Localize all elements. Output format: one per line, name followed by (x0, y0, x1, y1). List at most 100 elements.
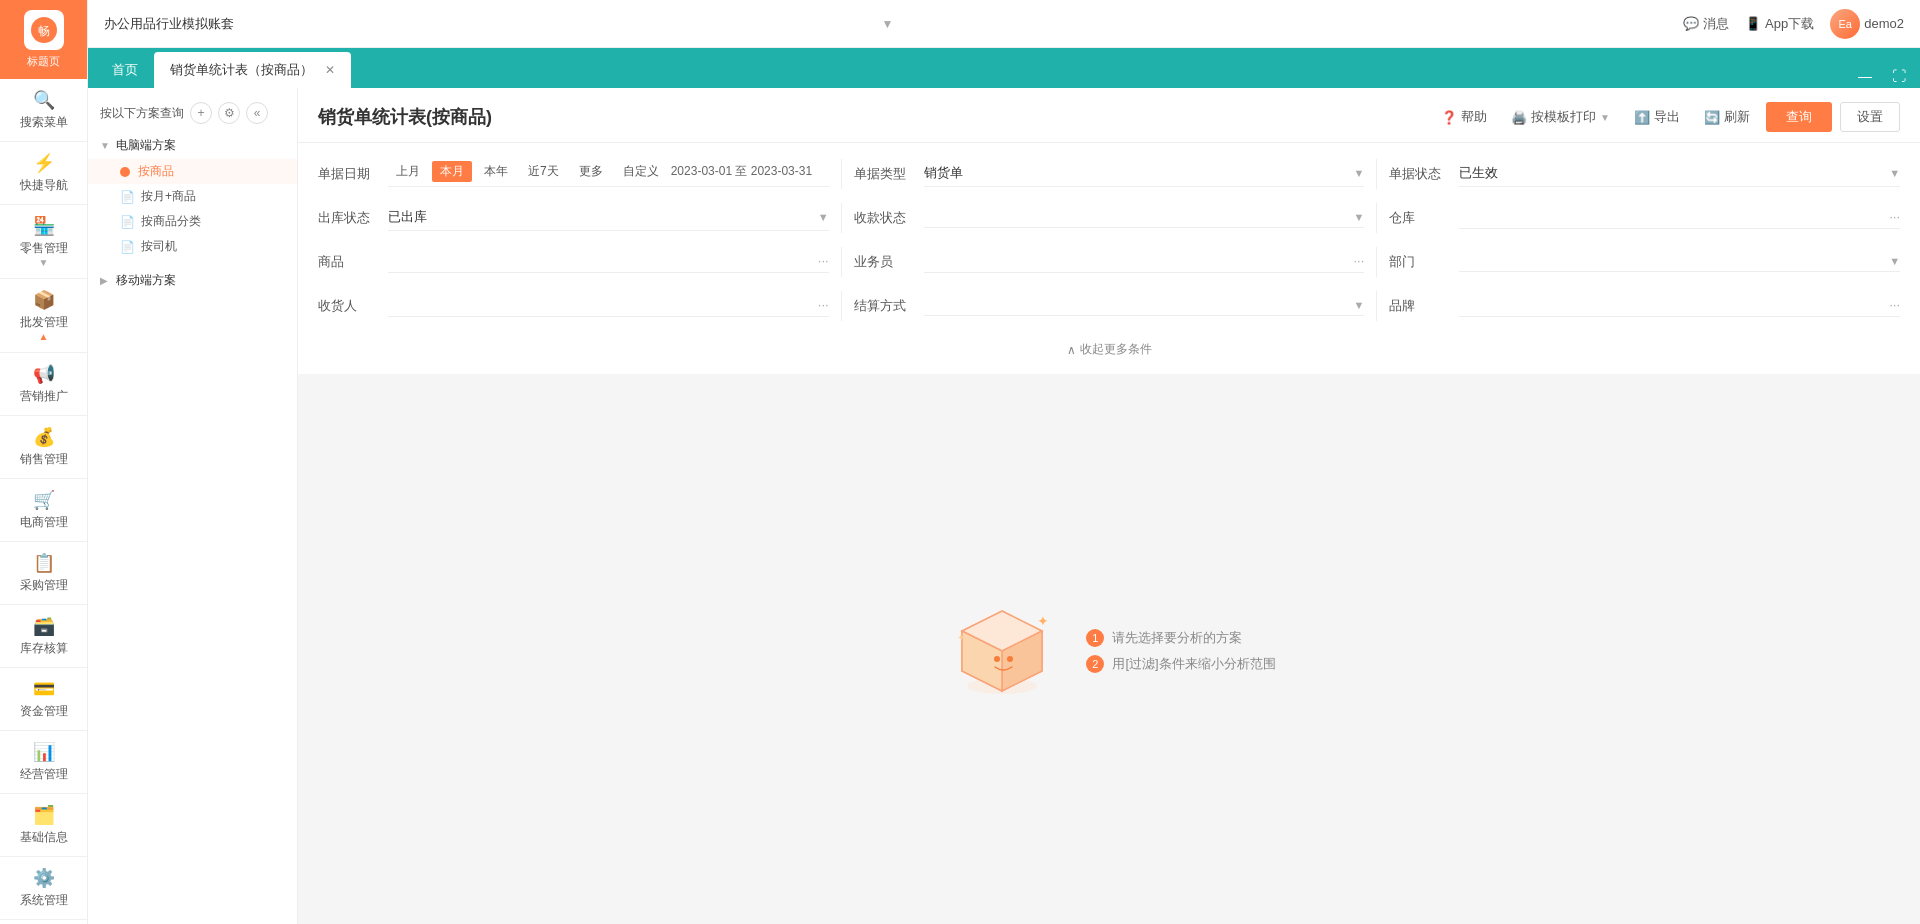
tree-group-mobile[interactable]: ▶ 移动端方案 (88, 267, 297, 294)
print-arrow: ▼ (1600, 112, 1610, 123)
salesperson-select[interactable]: ··· (924, 251, 1365, 273)
sidebar-item-marketing[interactable]: 📢 营销推广 (0, 353, 88, 416)
tab-report-label: 销货单统计表（按商品） (170, 61, 313, 79)
settings-button[interactable]: 设置 (1840, 102, 1900, 132)
goods-label: 商品 (318, 253, 388, 271)
sidebar-item-label: 库存核算 (20, 640, 68, 657)
collapse-label: 收起更多条件 (1080, 341, 1152, 358)
receiver-dots[interactable]: ··· (818, 297, 829, 312)
tree-group-desktop[interactable]: ▼ 电脑端方案 (88, 132, 297, 159)
goods-select[interactable]: ··· (388, 251, 829, 273)
date-tab-7days[interactable]: 近7天 (520, 161, 567, 182)
sidebar-item-label: 电商管理 (20, 514, 68, 531)
empty-step-2: 2 用[过滤]条件来缩小分析范围 (1086, 655, 1275, 673)
svg-point-8 (1007, 656, 1013, 662)
export-button[interactable]: ⬆️ 导出 (1626, 104, 1688, 130)
sidebar-item-purchase[interactable]: 📋 采购管理 (0, 542, 88, 605)
out-status-select[interactable]: 已出库 ▼ (388, 206, 829, 231)
tree-group-label2: 移动端方案 (116, 272, 176, 289)
finance-icon: 💳 (33, 678, 55, 700)
settings-scheme-button[interactable]: ⚙ (218, 102, 240, 124)
sidebar-item-basic[interactable]: 🗂️ 基础信息 (0, 794, 88, 857)
empty-steps: 1 请先选择要分析的方案 2 用[过滤]条件来缩小分析范围 (1086, 629, 1275, 673)
page-actions: ❓ 帮助 🖨️ 按模板打印 ▼ ⬆️ 导出 🔄 刷新 (1433, 102, 1900, 132)
app-download-button[interactable]: 📱 App下载 (1745, 15, 1814, 33)
receiver-label: 收货人 (318, 297, 388, 315)
right-panel: 销货单统计表(按商品) ❓ 帮助 🖨️ 按模板打印 ▼ ⬆️ 导出 (298, 88, 1920, 924)
inventory-icon: 🗃️ (33, 615, 55, 637)
refresh-button[interactable]: 🔄 刷新 (1696, 104, 1758, 130)
empty-state: ✦ ✦ 1 请先选择要分析的方案 2 用[过滤]条件来缩小分析范围 (298, 378, 1920, 924)
tree-group-label: 电脑端方案 (116, 137, 176, 154)
date-tab-more[interactable]: 更多 (571, 161, 611, 182)
tab-close-button[interactable]: ✕ (325, 63, 335, 77)
goods-dots[interactable]: ··· (818, 253, 829, 268)
out-status-label: 出库状态 (318, 209, 388, 227)
user-menu[interactable]: Ea demo2 (1830, 9, 1904, 39)
refresh-label: 刷新 (1724, 108, 1750, 126)
step-num-1: 1 (1086, 629, 1104, 647)
date-tab-last-month[interactable]: 上月 (388, 161, 428, 182)
help-button[interactable]: ❓ 帮助 (1433, 104, 1495, 130)
page-title-bar: 销货单统计表(按商品) ❓ 帮助 🖨️ 按模板打印 ▼ ⬆️ 导出 (298, 88, 1920, 143)
logo: 畅 标题页 (0, 0, 88, 79)
tabbar: 首页 销货单统计表（按商品） ✕ — ⛶ (88, 48, 1920, 88)
tree-item-label: 按司机 (141, 238, 177, 255)
svg-point-7 (994, 656, 1000, 662)
sidebar-item-label: 系统管理 (20, 892, 68, 909)
salesperson-dots[interactable]: ··· (1354, 253, 1365, 268)
doc-status-value: 已生效 (1459, 164, 1498, 182)
date-tab-current-month[interactable]: 本月 (432, 161, 472, 182)
receiver-select[interactable]: ··· (388, 295, 829, 317)
pay-status-select[interactable]: ▼ (924, 209, 1365, 228)
collapse-panel-button[interactable]: « (246, 102, 268, 124)
doc-type-select[interactable]: 销货单 ▼ (924, 162, 1365, 187)
sidebar-item-sales[interactable]: 💰 销售管理 (0, 416, 88, 479)
msg-button[interactable]: 💬 消息 (1683, 15, 1729, 33)
sidebar-item-label: 快捷导航 (20, 177, 68, 194)
sidebar-item-operations[interactable]: 📊 经营管理 (0, 731, 88, 794)
sidebar-item-wholesale[interactable]: 📦 批发管理 ▲ (0, 279, 88, 353)
tab-maximize-button[interactable]: ⛶ (1886, 66, 1912, 86)
sidebar-item-label: 基础信息 (20, 829, 68, 846)
doc-icon3: 📄 (120, 240, 135, 254)
sidebar-item-inventory[interactable]: 🗃️ 库存核算 (0, 605, 88, 668)
tree-item-by-goods[interactable]: 按商品 (88, 159, 297, 184)
payment-select[interactable]: ▼ (924, 297, 1365, 316)
sidebar-item-finance[interactable]: 💳 资金管理 (0, 668, 88, 731)
tree-item-by-driver[interactable]: 📄 按司机 (88, 234, 297, 259)
query-button[interactable]: 查询 (1766, 102, 1832, 132)
tree-item-by-category[interactable]: 📄 按商品分类 (88, 209, 297, 234)
sidebar: 畅 标题页 🔍 搜索菜单 ⚡ 快捷导航 🏪 零售管理 ▼ 📦 批发管理 ▲ 📢 … (0, 0, 88, 924)
brand-select[interactable]: ··· (1459, 295, 1900, 317)
brand-dots[interactable]: ··· (1889, 297, 1900, 312)
sidebar-item-enterprise[interactable]: 🤝 企业协同 (0, 920, 88, 924)
export-icon: ⬆️ (1634, 110, 1650, 125)
sidebar-item-search[interactable]: 🔍 搜索菜单 (0, 79, 88, 142)
left-panel: 按以下方案查询 + ⚙ « ▼ 电脑端方案 按商品 📄 按月+商品 📄 按商品分… (88, 88, 298, 924)
dept-select[interactable]: ▼ (1459, 253, 1900, 272)
dept-label: 部门 (1389, 253, 1459, 271)
warehouse-select[interactable]: ··· (1459, 207, 1900, 229)
left-panel-title: 按以下方案查询 (100, 105, 184, 122)
warehouse-dots[interactable]: ··· (1889, 209, 1900, 224)
date-tab-current-year[interactable]: 本年 (476, 161, 516, 182)
sidebar-item-quick-nav[interactable]: ⚡ 快捷导航 (0, 142, 88, 205)
collapse-button[interactable]: ∧ 收起更多条件 (318, 335, 1900, 364)
msg-label: 消息 (1703, 15, 1729, 33)
doc-status-select[interactable]: 已生效 ▼ (1459, 162, 1900, 187)
sidebar-item-retail[interactable]: 🏪 零售管理 ▼ (0, 205, 88, 279)
sidebar-item-system[interactable]: ⚙️ 系统管理 (0, 857, 88, 920)
tab-home[interactable]: 首页 (96, 52, 154, 88)
print-button[interactable]: 🖨️ 按模板打印 ▼ (1503, 104, 1618, 130)
tab-home-label: 首页 (112, 61, 138, 79)
tree-item-by-month-goods[interactable]: 📄 按月+商品 (88, 184, 297, 209)
dropdown-arrow[interactable]: ▼ (882, 17, 894, 31)
tab-minimize-button[interactable]: — (1852, 66, 1878, 86)
step-2-text: 用[过滤]条件来缩小分析范围 (1112, 655, 1275, 673)
retail-icon: 🏪 (33, 215, 55, 237)
tab-report[interactable]: 销货单统计表（按商品） ✕ (154, 52, 351, 88)
sidebar-item-ecommerce[interactable]: 🛒 电商管理 (0, 479, 88, 542)
date-tab-custom[interactable]: 自定义 (615, 161, 667, 182)
add-scheme-button[interactable]: + (190, 102, 212, 124)
